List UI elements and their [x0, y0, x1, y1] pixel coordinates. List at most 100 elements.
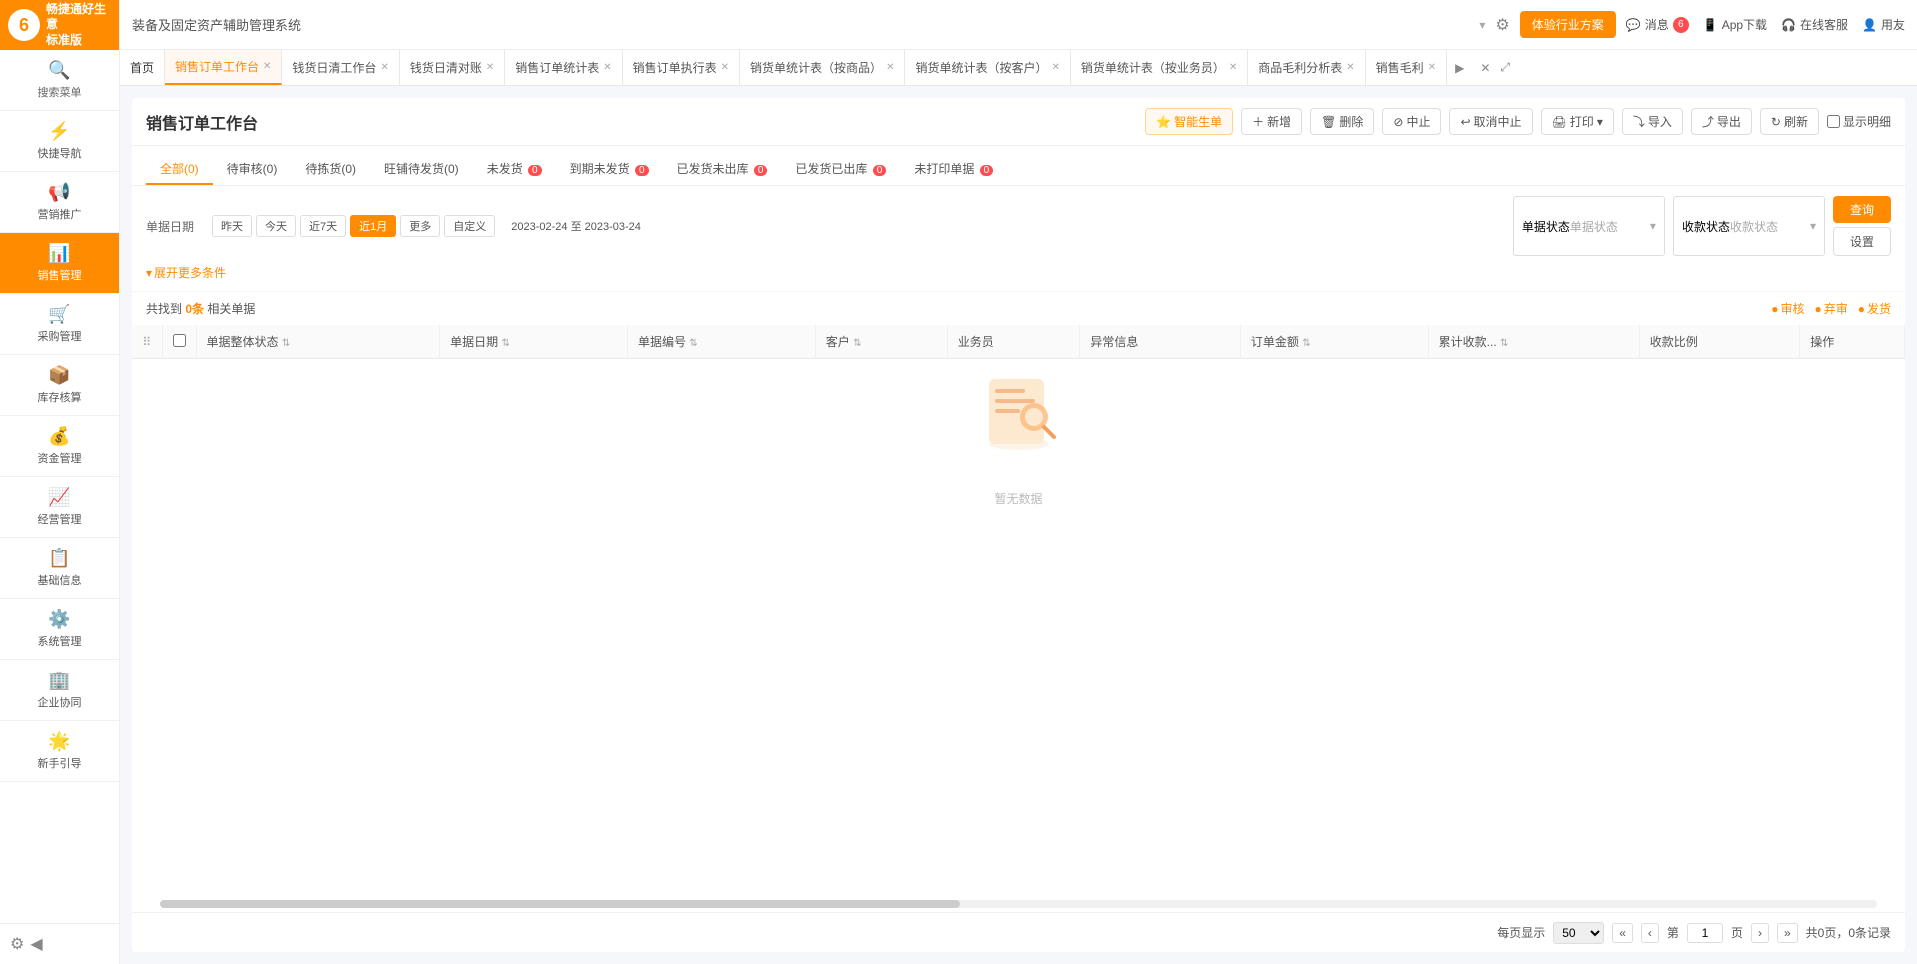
smart-order-button[interactable]: ⭐ 智能生单 [1145, 108, 1233, 135]
sidebar-item-quick-nav[interactable]: ⚡ 快捷导航 [0, 111, 119, 172]
lightning-icon: ⚡ [48, 121, 70, 142]
not-shipped-badge: 0 [528, 165, 542, 176]
tab-sales-stat[interactable]: 销售订单统计表 ✕ [505, 50, 622, 85]
sidebar-item-operations[interactable]: 📈 经营管理 [0, 477, 119, 538]
show-detail-input[interactable] [1827, 115, 1840, 128]
stop-button[interactable]: ⊘ 中止 [1382, 108, 1441, 135]
tab-sales-summary-product-close[interactable]: ✕ [886, 62, 894, 73]
collapse-icon[interactable]: ◀ [30, 934, 42, 954]
sidebar-item-sales[interactable]: 📊 销售管理 [0, 233, 119, 294]
status-filter[interactable]: 单据状态 单据状态 ▾ [1513, 196, 1665, 256]
receipt-filter[interactable]: 收款状态 收款状态 ▾ [1673, 196, 1825, 256]
ship-op[interactable]: ● 发货 [1858, 300, 1891, 317]
sidebar-item-finance[interactable]: 💰 资金管理 [0, 416, 119, 477]
tab-close-all-icon[interactable]: ✕ [1476, 59, 1494, 77]
sidebar-item-marketing[interactable]: 📢 营销推广 [0, 172, 119, 233]
last-page-button[interactable]: » [1777, 923, 1798, 943]
print-arrow: ▾ [1597, 115, 1603, 129]
review-op[interactable]: ● 审核 [1771, 300, 1804, 317]
date-sort[interactable]: ⇅ [501, 338, 509, 349]
cancel-stop-button[interactable]: ↩ 取消中止 [1449, 108, 1532, 135]
expand-filter-button[interactable]: ▾ 展开更多条件 [146, 264, 226, 281]
tab-sales-gross[interactable]: 销售毛利 ✕ [1366, 50, 1447, 85]
sub-tab-not-shipped[interactable]: 未发货 0 [473, 154, 556, 185]
tab-sales-summary-customer-close[interactable]: ✕ [1051, 62, 1059, 73]
export-button[interactable]: ⤴ 导出 [1691, 108, 1752, 135]
amount-sort[interactable]: ⇅ [1302, 338, 1310, 349]
number-sort[interactable]: ⇅ [689, 338, 697, 349]
scroll-thumb[interactable] [160, 900, 960, 908]
sub-tab-shipped-not-out[interactable]: 已发货未出库 0 [663, 154, 782, 185]
solution-button[interactable]: 体验行业方案 [1520, 11, 1616, 38]
sub-tab-all[interactable]: 全部(0) [146, 154, 213, 185]
tab-sales-stat-close[interactable]: ✕ [603, 62, 611, 73]
cancel-op[interactable]: ● 弃审 [1814, 300, 1847, 317]
tab-cash-daily-close[interactable]: ✕ [380, 62, 388, 73]
show-detail-checkbox[interactable]: 显示明细 [1827, 113, 1891, 130]
select-all-checkbox[interactable] [173, 334, 186, 347]
date-btn-1month[interactable]: 近1月 [350, 215, 396, 237]
sub-tab-shipped-out[interactable]: 已发货已出库 0 [781, 154, 900, 185]
title-dropdown-icon[interactable]: ▾ [1479, 18, 1485, 32]
date-btn-7days[interactable]: 近7天 [300, 215, 346, 237]
tabs-more-button[interactable]: ▶ [1447, 50, 1472, 85]
user-menu[interactable]: 👤 用友 [1862, 16, 1905, 33]
status-sort[interactable]: ⇅ [282, 338, 290, 349]
query-button[interactable]: 查询 [1833, 196, 1891, 223]
sidebar-item-system[interactable]: ⚙️ 系统管理 [0, 599, 119, 660]
tab-sales-exec[interactable]: 销售订单执行表 ✕ [623, 50, 740, 85]
set-button[interactable]: 设置 [1833, 227, 1891, 256]
prev-page-button[interactable]: ‹ [1641, 923, 1659, 943]
tab-home[interactable]: 首页 [120, 50, 165, 85]
message-button[interactable]: 💬 消息 6 [1626, 16, 1689, 33]
tab-sales-order-close[interactable]: ✕ [263, 61, 271, 72]
tab-cash-reconcile[interactable]: 钱货日清对账 ✕ [400, 50, 505, 85]
tab-sales-gross-close[interactable]: ✕ [1428, 62, 1436, 73]
sidebar-item-enterprise[interactable]: 🏢 企业协同 [0, 660, 119, 721]
tab-cash-reconcile-close[interactable]: ✕ [486, 62, 494, 73]
topbar-settings-icon[interactable]: ⚙ [1495, 15, 1509, 35]
online-support-button[interactable]: 🎧 在线客服 [1781, 16, 1848, 33]
date-btn-custom[interactable]: 自定义 [444, 215, 495, 237]
sidebar-item-purchase[interactable]: 🛒 采购管理 [0, 294, 119, 355]
tab-maximize-icon[interactable]: ⤢ [1496, 58, 1514, 77]
next-page-button[interactable]: › [1751, 923, 1769, 943]
settings-icon[interactable]: ⚙ [10, 934, 24, 954]
customer-sort[interactable]: ⇅ [853, 338, 861, 349]
tab-product-margin[interactable]: 商品毛利分析表 ✕ [1248, 50, 1365, 85]
phone-icon: 📱 [1703, 18, 1718, 32]
refresh-button[interactable]: ↻ 刷新 [1760, 108, 1819, 135]
sidebar-item-inventory[interactable]: 📦 库存核算 [0, 355, 119, 416]
sub-tab-wangpu[interactable]: 旺铺待发货(0) [370, 154, 473, 185]
received-sort[interactable]: ⇅ [1500, 338, 1508, 349]
tab-cash-daily[interactable]: 钱货日清工作台 ✕ [282, 50, 399, 85]
tab-sales-summary-customer[interactable]: 销货单统计表（按客户） ✕ [905, 50, 1070, 85]
sub-tab-overdue[interactable]: 到期未发货 0 [556, 154, 663, 185]
sidebar-item-guide[interactable]: 🌟 新手引导 [0, 721, 119, 782]
sub-tab-pending-review[interactable]: 待审核(0) [213, 154, 292, 185]
tab-sales-order[interactable]: 销售订单工作台 ✕ [165, 50, 282, 85]
date-btn-today[interactable]: 今天 [256, 215, 296, 237]
tab-sales-summary-staff-close[interactable]: ✕ [1229, 62, 1237, 73]
tab-sales-exec-close[interactable]: ✕ [721, 62, 729, 73]
app-download-button[interactable]: 📱 App下载 [1703, 16, 1767, 33]
tab-sales-summary-staff[interactable]: 销货单统计表（按业务员） ✕ [1071, 50, 1248, 85]
first-page-button[interactable]: « [1612, 923, 1633, 943]
delete-button[interactable]: 🗑 删除 [1310, 108, 1374, 135]
date-btn-more[interactable]: 更多 [400, 215, 440, 237]
page-size-select[interactable]: 50 10 20 100 [1553, 922, 1604, 944]
sidebar-item-search[interactable]: 🔍 搜索菜单 [0, 50, 119, 111]
sub-tab-not-printed[interactable]: 未打印单据 0 [900, 154, 1007, 185]
page-number-input[interactable] [1687, 923, 1723, 943]
tab-sales-summary-product[interactable]: 销货单统计表（按商品） ✕ [740, 50, 905, 85]
th-drag: ⠿ [132, 325, 162, 359]
import-button[interactable]: ⤵ 导入 [1622, 108, 1683, 135]
print-button[interactable]: 🖨 打印 ▾ [1541, 108, 1614, 135]
th-check[interactable] [162, 325, 196, 359]
sidebar-item-basic-info[interactable]: 📋 基础信息 [0, 538, 119, 599]
scrollbar-track[interactable] [132, 896, 1905, 912]
sub-tab-pending-inspect[interactable]: 待拣货(0) [291, 154, 370, 185]
tab-product-margin-close[interactable]: ✕ [1346, 62, 1354, 73]
date-btn-yesterday[interactable]: 昨天 [212, 215, 252, 237]
add-button[interactable]: ＋ 新增 [1241, 108, 1302, 135]
